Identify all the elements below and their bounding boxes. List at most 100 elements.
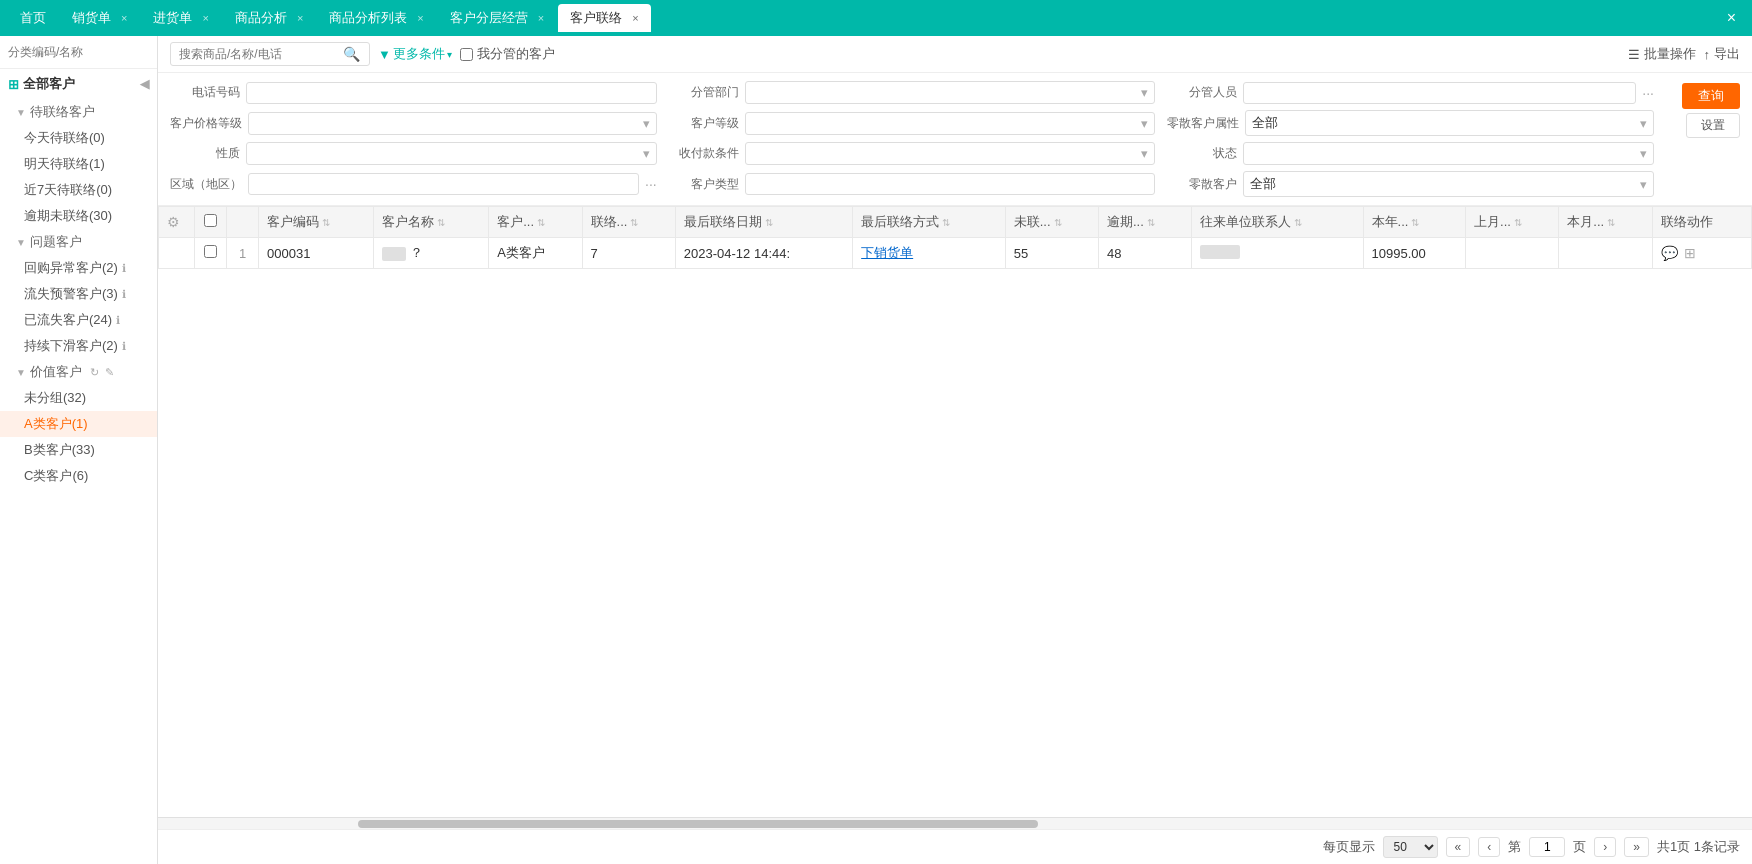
col-last-contact-method-sort-icon[interactable]: ⇅ xyxy=(942,217,950,228)
filter-phone-input[interactable] xyxy=(246,82,657,104)
sidebar-item-c-class[interactable]: C类客户(6) xyxy=(0,463,157,489)
content-area: 🔍 ▼ 更多条件 ▾ 我分管的客户 ☰ 批量操作 ↑ 导出 xyxy=(158,36,1752,864)
col-last-contact-date: 最后联络日期 ⇅ xyxy=(675,207,852,238)
filter-scatter-customer-value: 全部 xyxy=(1250,175,1276,193)
sidebar-item-churn-warning[interactable]: 流失预警客户(3) ℹ xyxy=(0,281,157,307)
sidebar-item-b-class[interactable]: B类客户(33) xyxy=(0,437,157,463)
filter-scatter-customer-select[interactable]: 全部 ▾ xyxy=(1243,171,1654,197)
repurchase-abnormal-label: 回购异常客户(2) xyxy=(24,259,118,277)
row-checkbox[interactable] xyxy=(204,245,217,258)
problem-customers-group[interactable]: ▼ 问题客户 xyxy=(0,229,157,255)
tab-customer-contact-close[interactable]: × xyxy=(632,12,638,24)
row-last-contact-method[interactable]: 下销货单 xyxy=(861,245,913,260)
sidebar-item-declining[interactable]: 持续下滑客户(2) ℹ xyxy=(0,333,157,359)
filter-price-level-select[interactable]: ▾ xyxy=(248,112,657,135)
col-current-year-sort-icon[interactable]: ⇅ xyxy=(1411,217,1419,228)
col-customer-type-sort-icon[interactable]: ⇅ xyxy=(537,217,545,228)
tab-home[interactable]: 首页 xyxy=(8,4,58,32)
tab-customer-layer-close[interactable]: × xyxy=(538,12,544,24)
col-customer-name-sort-icon[interactable]: ⇅ xyxy=(437,217,445,228)
problem-arrow-icon: ▼ xyxy=(16,237,26,248)
tab-customer-contact[interactable]: 客户联络 × xyxy=(558,4,650,32)
sidebar-item-overdue-contact[interactable]: 逾期未联络(30) xyxy=(0,203,157,229)
tab-analysis-close[interactable]: × xyxy=(297,12,303,24)
filter-scatter-attr: 零散客户属性 全部 ▾ xyxy=(1167,110,1666,136)
col-last-contact-date-sort-icon[interactable]: ⇅ xyxy=(765,217,773,228)
sidebar-item-tomorrow-pending[interactable]: 明天待联络(1) xyxy=(0,151,157,177)
sidebar-search-input[interactable] xyxy=(8,45,158,59)
table-gear-icon[interactable]: ⚙ xyxy=(167,214,180,230)
tab-purchase-close[interactable]: × xyxy=(202,12,208,24)
filter-region-dots-icon[interactable]: ··· xyxy=(645,176,657,192)
tab-sales[interactable]: 销货单 × xyxy=(60,4,139,32)
sidebar-item-churned[interactable]: 已流失客户(24) ℹ xyxy=(0,307,157,333)
value-customers-group[interactable]: ▼ 价值客户 ↻ ✎ xyxy=(0,359,157,385)
tab-analysis-list-close[interactable]: × xyxy=(417,12,423,24)
filter-region-input[interactable] xyxy=(248,173,639,195)
row-unit-contact-cell xyxy=(1192,238,1363,269)
filter-scatter-attr-select[interactable]: 全部 ▾ xyxy=(1245,110,1654,136)
filter-manager-input[interactable] xyxy=(1243,82,1636,104)
search-icon[interactable]: 🔍 xyxy=(343,46,360,62)
my-customers-checkbox[interactable] xyxy=(460,48,473,61)
sidebar-item-today-pending[interactable]: 今天待联络(0) xyxy=(0,125,157,151)
pending-contact-group[interactable]: ▼ 待联络客户 xyxy=(0,99,157,125)
tab-customer-layer[interactable]: 客户分层经营 × xyxy=(438,4,556,32)
edit-icon[interactable]: ✎ xyxy=(105,366,114,379)
sidebar-item-7day-pending[interactable]: 近7天待联络(0) xyxy=(0,177,157,203)
refresh-icon[interactable]: ↻ xyxy=(90,366,99,379)
sidebar-collapse-button[interactable]: ◀ xyxy=(140,77,149,91)
c-class-label: C类客户(6) xyxy=(24,467,88,485)
row-chat-icon[interactable]: 💬 xyxy=(1661,245,1678,261)
settings-button[interactable]: 设置 xyxy=(1686,113,1740,138)
page-size-select[interactable]: 50 20 100 xyxy=(1383,836,1438,858)
col-contact-count-sort-icon[interactable]: ⇅ xyxy=(630,217,638,228)
col-last-month-sort-icon[interactable]: ⇅ xyxy=(1514,217,1522,228)
horizontal-scrollbar[interactable] xyxy=(158,817,1752,829)
sidebar-item-repurchase-abnormal[interactable]: 回购异常客户(2) ℹ xyxy=(0,255,157,281)
churned-label: 已流失客户(24) xyxy=(24,311,112,329)
tab-analysis-list[interactable]: 商品分析列表 × xyxy=(317,4,435,32)
filter-dept-select[interactable]: ▾ xyxy=(745,81,1156,104)
filter-payment: 收付款条件 ▾ xyxy=(669,142,1168,165)
select-all-checkbox[interactable] xyxy=(204,214,217,227)
col-customer-code-sort-icon[interactable]: ⇅ xyxy=(322,217,330,228)
pending-arrow-icon: ▼ xyxy=(16,107,26,118)
current-page-input[interactable] xyxy=(1529,837,1565,857)
batch-ops-button[interactable]: ☰ 批量操作 xyxy=(1628,45,1696,63)
col-overdue-sort-icon[interactable]: ⇅ xyxy=(1147,217,1155,228)
filter-customer-type-input[interactable] xyxy=(745,173,1156,195)
row-grid-icon[interactable]: ⊞ xyxy=(1684,245,1696,261)
more-conditions-button[interactable]: ▼ 更多条件 ▾ xyxy=(378,45,452,63)
filter-payment-select[interactable]: ▾ xyxy=(745,142,1156,165)
filter-row-1: 电话号码 分管部门 ▾ 分管人员 xyxy=(170,81,1666,104)
tab-purchase[interactable]: 进货单 × xyxy=(141,4,220,32)
grid-icon: ⊞ xyxy=(8,77,19,92)
row-last-month-cell xyxy=(1466,238,1559,269)
tab-analysis[interactable]: 商品分析 × xyxy=(223,4,315,32)
close-all-button[interactable]: × xyxy=(1719,9,1744,27)
col-not-contacted-sort-icon[interactable]: ⇅ xyxy=(1054,217,1062,228)
scrollbar-thumb[interactable] xyxy=(358,820,1038,828)
row-number-cell: 1 xyxy=(227,238,259,269)
all-customers-header: ⊞ 全部客户 ◀ xyxy=(0,69,157,99)
filter-nature-select[interactable]: ▾ xyxy=(246,142,657,165)
filter-row-4: 区域（地区） ··· 客户类型 零散客户 全部 ▾ xyxy=(170,171,1666,197)
b-class-label: B类客户(33) xyxy=(24,441,95,459)
next-page-button[interactable]: › xyxy=(1594,837,1616,857)
col-current-month-sort-icon[interactable]: ⇅ xyxy=(1607,217,1615,228)
last-page-button[interactable]: » xyxy=(1624,837,1649,857)
first-page-button[interactable]: « xyxy=(1446,837,1471,857)
col-unit-contact-sort-icon[interactable]: ⇅ xyxy=(1294,217,1302,228)
sidebar-item-a-class[interactable]: A类客户(1) xyxy=(0,411,157,437)
filter-scatter-customer: 零散客户 全部 ▾ xyxy=(1167,171,1666,197)
filter-status-select[interactable]: ▾ xyxy=(1243,142,1654,165)
tab-sales-close[interactable]: × xyxy=(121,12,127,24)
search-input[interactable] xyxy=(179,47,339,61)
query-button[interactable]: 查询 xyxy=(1682,83,1740,109)
sidebar-item-ungrouped[interactable]: 未分组(32) xyxy=(0,385,157,411)
filter-manager-dots-icon[interactable]: ··· xyxy=(1642,85,1654,101)
prev-page-button[interactable]: ‹ xyxy=(1478,837,1500,857)
filter-customer-level-select[interactable]: ▾ xyxy=(745,112,1156,135)
export-button[interactable]: ↑ 导出 xyxy=(1704,45,1741,63)
